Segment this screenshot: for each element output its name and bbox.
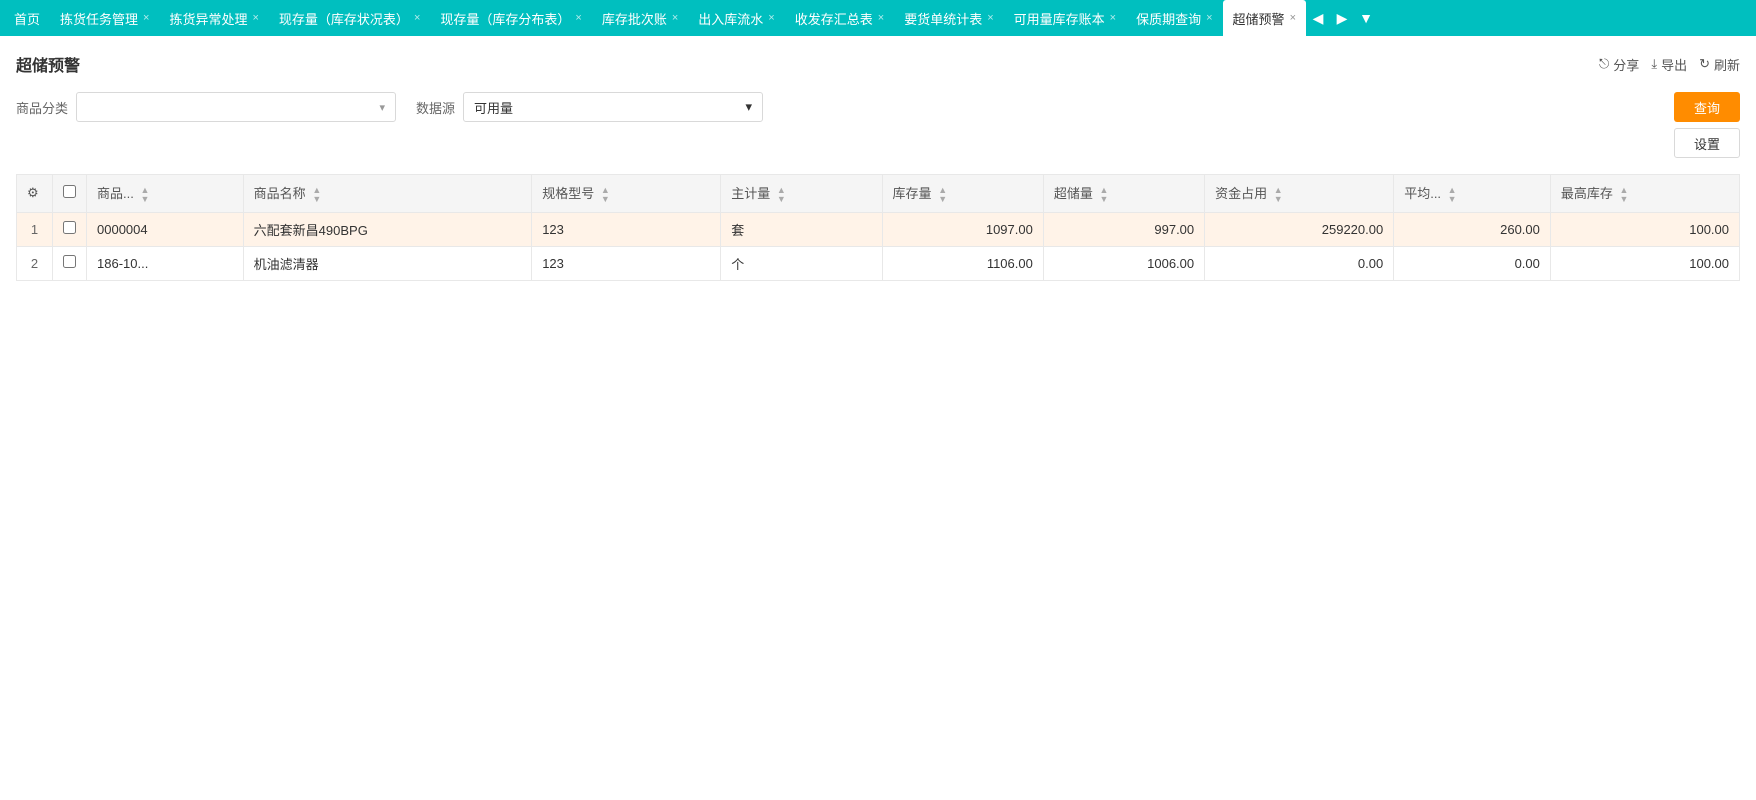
sort-icon: ▲▼ — [601, 186, 610, 204]
product-code: 0000004 — [87, 212, 244, 246]
nav-item-stock-dist[interactable]: 现存量（库存分布表）× — [430, 0, 591, 36]
col-over-stock[interactable]: 超储量 ▲▼ — [1043, 175, 1204, 213]
data-table: ⚙ 商品... ▲▼ 商品名称 ▲▼ 规格型号 ▲▼ 主计 — [16, 174, 1740, 281]
gear-icon[interactable]: ⚙ — [27, 185, 39, 200]
datasource-select[interactable]: 可用量 ▾ — [463, 92, 763, 122]
col-product-name[interactable]: 商品名称 ▲▼ — [243, 175, 532, 213]
main-content: 超储预警 ⎋ 分享 ⤓ 导出 ↻ 刷新 商品分类 — [0, 36, 1756, 800]
nav-item-home[interactable]: 首页 — [4, 0, 50, 36]
close-icon[interactable]: × — [987, 12, 993, 24]
refresh-icon: ↻ — [1699, 56, 1710, 72]
refresh-button[interactable]: ↻ 刷新 — [1699, 55, 1740, 74]
close-icon[interactable]: × — [1206, 12, 1212, 24]
nav-item-expiry[interactable]: 保质期查询× — [1126, 0, 1222, 36]
sort-icon: ▲▼ — [1620, 186, 1629, 204]
col-max-stock[interactable]: 最高库存 ▲▼ — [1550, 175, 1739, 213]
col-checkbox — [53, 175, 87, 213]
sort-icon: ▲▼ — [140, 186, 149, 204]
sort-icon: ▲▼ — [1448, 186, 1457, 204]
stock-qty: 1106.00 — [882, 246, 1043, 280]
row-checkbox-cell[interactable] — [53, 246, 87, 280]
close-icon[interactable]: × — [878, 12, 884, 24]
share-button[interactable]: ⎋ 分享 — [1599, 55, 1639, 74]
close-icon[interactable]: × — [252, 12, 258, 24]
chevron-down-icon: ▾ — [379, 101, 385, 114]
over-stock-qty: 1006.00 — [1043, 246, 1204, 280]
product-unit: 套 — [721, 212, 882, 246]
over-stock-qty: 997.00 — [1043, 212, 1204, 246]
product-name: 六配套新昌490BPG — [243, 212, 532, 246]
nav-more-arrow[interactable]: ▼ — [1354, 0, 1378, 36]
product-name: 机油滤清器 — [243, 246, 532, 280]
category-select[interactable]: ▾ — [76, 92, 396, 122]
avg-price: 0.00 — [1394, 246, 1551, 280]
chevron-down-icon: ▾ — [746, 99, 753, 115]
datasource-label: 数据源 — [416, 98, 455, 117]
col-unit[interactable]: 主计量 ▲▼ — [721, 175, 882, 213]
sort-icon: ▲▼ — [312, 186, 321, 204]
nav-item-batch[interactable]: 库存批次账× — [592, 0, 688, 36]
datasource-value: 可用量 — [474, 98, 513, 117]
close-icon[interactable]: × — [1110, 12, 1116, 24]
nav-item-stock-status[interactable]: 现存量（库存状况表）× — [269, 0, 430, 36]
table-row: 1 0000004 六配套新昌490BPG 123 套 1097.00 997.… — [17, 212, 1740, 246]
export-icon: ⤓ — [1651, 56, 1657, 72]
nav-next-arrow[interactable]: ▶ — [1330, 0, 1354, 36]
filter-group-category: 商品分类 ▾ — [16, 92, 396, 122]
sort-icon: ▲▼ — [938, 186, 947, 204]
stock-qty: 1097.00 — [882, 212, 1043, 246]
close-icon[interactable]: × — [143, 12, 149, 24]
export-button[interactable]: ⤓ 导出 — [1651, 55, 1687, 74]
select-all-checkbox[interactable] — [63, 185, 76, 198]
sort-icon: ▲▼ — [1274, 186, 1283, 204]
share-icon: ⎋ — [1599, 56, 1609, 72]
max-stock: 100.00 — [1550, 246, 1739, 280]
settings-button[interactable]: 设置 — [1674, 128, 1740, 158]
nav-item-summary[interactable]: 收发存汇总表× — [785, 0, 894, 36]
nav-item-available[interactable]: 可用量库存账本× — [1004, 0, 1126, 36]
row-checkbox-cell[interactable] — [53, 212, 87, 246]
row-num: 2 — [17, 246, 53, 280]
table-header-row: ⚙ 商品... ▲▼ 商品名称 ▲▼ 规格型号 ▲▼ 主计 — [17, 175, 1740, 213]
query-button[interactable]: 查询 — [1674, 92, 1740, 122]
table-row: 2 186-10... 机油滤清器 123 个 1106.00 1006.00 … — [17, 246, 1740, 280]
close-icon[interactable]: × — [768, 12, 774, 24]
capital-amount: 259220.00 — [1205, 212, 1394, 246]
page-title: 超储预警 — [16, 52, 80, 76]
row-checkbox[interactable] — [63, 221, 76, 234]
close-icon[interactable]: × — [414, 12, 420, 24]
nav-item-requisition[interactable]: 要货单统计表× — [894, 0, 1003, 36]
col-stock[interactable]: 库存量 ▲▼ — [882, 175, 1043, 213]
col-settings[interactable]: ⚙ — [17, 175, 53, 213]
nav-item-task[interactable]: 拣货任务管理× — [50, 0, 159, 36]
nav-item-overstock[interactable]: 超储预警× — [1223, 0, 1306, 36]
header-actions: ⎋ 分享 ⤓ 导出 ↻ 刷新 — [1599, 55, 1740, 74]
col-avg[interactable]: 平均... ▲▼ — [1394, 175, 1551, 213]
close-icon[interactable]: × — [575, 12, 581, 24]
col-spec[interactable]: 规格型号 ▲▼ — [532, 175, 721, 213]
avg-price: 260.00 — [1394, 212, 1551, 246]
nav-bar: 首页 拣货任务管理× 拣货异常处理× 现存量（库存状况表）× 现存量（库存分布表… — [0, 0, 1756, 36]
product-code: 186-10... — [87, 246, 244, 280]
product-spec: 123 — [532, 212, 721, 246]
sort-icon: ▲▼ — [777, 186, 786, 204]
nav-prev-arrow[interactable]: ◀ — [1306, 0, 1330, 36]
capital-amount: 0.00 — [1205, 246, 1394, 280]
row-checkbox[interactable] — [63, 255, 76, 268]
nav-item-flow[interactable]: 出入库流水× — [688, 0, 784, 36]
page-header: 超储预警 ⎋ 分享 ⤓ 导出 ↻ 刷新 — [16, 52, 1740, 76]
product-spec: 123 — [532, 246, 721, 280]
max-stock: 100.00 — [1550, 212, 1739, 246]
col-product-code[interactable]: 商品... ▲▼ — [87, 175, 244, 213]
sort-icon: ▲▼ — [1099, 186, 1108, 204]
filter-row: 商品分类 ▾ 数据源 可用量 ▾ — [16, 92, 1658, 122]
row-num: 1 — [17, 212, 53, 246]
col-capital[interactable]: 资金占用 ▲▼ — [1205, 175, 1394, 213]
filter-group-datasource: 数据源 可用量 ▾ — [416, 92, 763, 122]
product-unit: 个 — [721, 246, 882, 280]
category-label: 商品分类 — [16, 98, 68, 117]
close-icon[interactable]: × — [1290, 12, 1296, 24]
close-icon[interactable]: × — [672, 12, 678, 24]
nav-item-exception[interactable]: 拣货异常处理× — [159, 0, 268, 36]
